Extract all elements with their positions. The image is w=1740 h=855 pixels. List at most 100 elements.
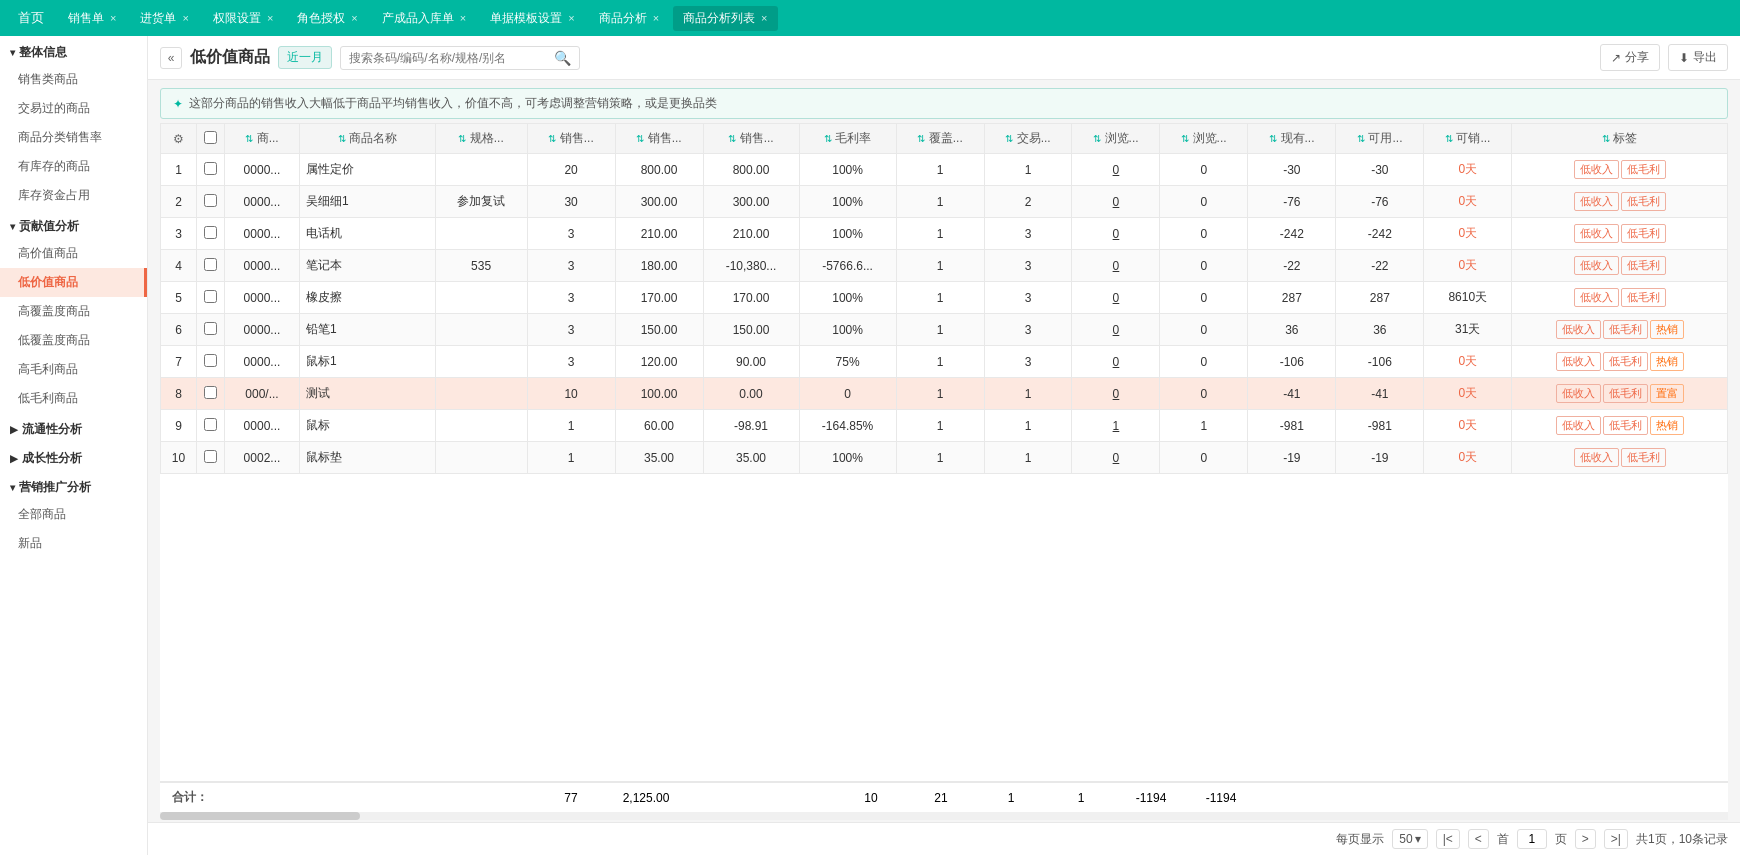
sidebar-item-high-margin[interactable]: 高毛利商品 [0, 355, 147, 384]
nav-product-stock[interactable]: 产成品入库单× [372, 6, 476, 31]
nav-product-analysis[interactable]: 商品分析× [589, 6, 669, 31]
next-page-button[interactable]: > [1575, 829, 1596, 849]
row-checkbox-cell[interactable] [197, 378, 225, 410]
close-role-auth[interactable]: × [351, 12, 357, 24]
close-sales-order[interactable]: × [110, 12, 116, 24]
browse1-link[interactable]: 0 [1113, 227, 1120, 241]
close-purchase-order[interactable]: × [182, 12, 188, 24]
col-name[interactable]: ⇅ 商品名称 [299, 124, 435, 154]
prev-page-button[interactable]: < [1468, 829, 1489, 849]
row-checkbox[interactable] [204, 386, 217, 399]
row-checkbox[interactable] [204, 194, 217, 207]
sidebar-item-all-products[interactable]: 全部商品 [0, 500, 147, 529]
sidebar-item-low-coverage[interactable]: 低覆盖度商品 [0, 326, 147, 355]
nav-template[interactable]: 单据模板设置× [480, 6, 584, 31]
row-checkbox-cell[interactable] [197, 186, 225, 218]
row-browse1[interactable]: 0 [1072, 346, 1160, 378]
row-checkbox-cell[interactable] [197, 282, 225, 314]
row-checkbox[interactable] [204, 418, 217, 431]
row-checkbox-cell[interactable] [197, 346, 225, 378]
nav-home[interactable]: 首页 [8, 5, 54, 31]
browse1-link[interactable]: 0 [1113, 323, 1120, 337]
sidebar-group-marketing[interactable]: ▾ 营销推广分析 [0, 471, 147, 500]
browse1-link[interactable]: 0 [1113, 195, 1120, 209]
row-browse1[interactable]: 0 [1072, 378, 1160, 410]
horizontal-scrollbar[interactable] [160, 812, 1728, 820]
close-product-stock[interactable]: × [460, 12, 466, 24]
nav-permission[interactable]: 权限设置× [203, 6, 283, 31]
row-browse1[interactable]: 0 [1072, 154, 1160, 186]
collapse-button[interactable]: « [160, 47, 182, 69]
row-browse1[interactable]: 0 [1072, 282, 1160, 314]
select-all-checkbox[interactable] [204, 131, 217, 144]
col-sales-amount[interactable]: ⇅ 销售... [615, 124, 703, 154]
close-permission[interactable]: × [267, 12, 273, 24]
sidebar-item-sales-products[interactable]: 销售类商品 [0, 65, 147, 94]
browse1-link[interactable]: 0 [1113, 451, 1120, 465]
export-button[interactable]: ⬇ 导出 [1668, 44, 1728, 71]
sidebar-item-traded-products[interactable]: 交易过的商品 [0, 94, 147, 123]
sidebar-group-contribution[interactable]: ▾ 贡献值分析 [0, 210, 147, 239]
row-checkbox-cell[interactable] [197, 442, 225, 474]
row-browse1[interactable]: 0 [1072, 186, 1160, 218]
row-browse1[interactable]: 0 [1072, 218, 1160, 250]
row-checkbox[interactable] [204, 226, 217, 239]
row-checkbox[interactable] [204, 354, 217, 367]
browse1-link[interactable]: 0 [1113, 355, 1120, 369]
settings-icon[interactable]: ⚙ [173, 132, 184, 146]
row-browse1[interactable]: 0 [1072, 442, 1160, 474]
nav-product-analysis-list[interactable]: 商品分析列表× [673, 6, 777, 31]
row-checkbox-cell[interactable] [197, 250, 225, 282]
sidebar-group-overall[interactable]: ▾ 整体信息 [0, 36, 147, 65]
sidebar-item-stock-capital[interactable]: 库存资金占用 [0, 181, 147, 210]
col-coverage[interactable]: ⇅ 覆盖... [896, 124, 984, 154]
scrollbar-thumb[interactable] [160, 812, 360, 820]
sidebar-item-category-sales-rate[interactable]: 商品分类销售率 [0, 123, 147, 152]
share-button[interactable]: ↗ 分享 [1600, 44, 1660, 71]
close-product-analysis[interactable]: × [653, 12, 659, 24]
col-sales-qty[interactable]: ⇅ 销售... [527, 124, 615, 154]
sidebar-group-circulation[interactable]: ▶ 流通性分析 [0, 413, 147, 442]
sidebar-item-high-coverage[interactable]: 高覆盖度商品 [0, 297, 147, 326]
col-browse2[interactable]: ⇅ 浏览... [1160, 124, 1248, 154]
row-checkbox[interactable] [204, 290, 217, 303]
col-check[interactable] [197, 124, 225, 154]
close-product-analysis-list[interactable]: × [761, 12, 767, 24]
col-gross-margin[interactable]: ⇅ 毛利率 [799, 124, 896, 154]
nav-sales-order[interactable]: 销售单× [58, 6, 126, 31]
page-number-input[interactable] [1517, 829, 1547, 849]
col-sales-avg[interactable]: ⇅ 销售... [703, 124, 799, 154]
col-code[interactable]: ⇅ 商... [225, 124, 300, 154]
sidebar-item-stock-products[interactable]: 有库存的商品 [0, 152, 147, 181]
data-table-wrap[interactable]: ⚙ ⇅ 商... ⇅ 商品名称 ⇅ 规格... ⇅ 销售... ⇅ 销售... … [160, 123, 1728, 781]
col-spec[interactable]: ⇅ 规格... [435, 124, 527, 154]
search-input[interactable] [349, 51, 550, 65]
nav-purchase-order[interactable]: 进货单× [130, 6, 198, 31]
browse1-link[interactable]: 0 [1113, 291, 1120, 305]
col-stock-now[interactable]: ⇅ 现有... [1248, 124, 1336, 154]
sidebar-item-low-margin[interactable]: 低毛利商品 [0, 384, 147, 413]
browse1-link[interactable]: 0 [1113, 163, 1120, 177]
col-transactions[interactable]: ⇅ 交易... [984, 124, 1072, 154]
browse1-link[interactable]: 0 [1113, 259, 1120, 273]
search-icon[interactable]: 🔍 [554, 50, 571, 66]
sidebar-group-growth[interactable]: ▶ 成长性分析 [0, 442, 147, 471]
last-page-button[interactable]: >| [1604, 829, 1628, 849]
row-checkbox-cell[interactable] [197, 154, 225, 186]
row-checkbox-cell[interactable] [197, 410, 225, 442]
sidebar-item-high-value[interactable]: 高价值商品 [0, 239, 147, 268]
col-available[interactable]: ⇅ 可用... [1336, 124, 1424, 154]
browse1-link[interactable]: 1 [1113, 419, 1120, 433]
row-browse1[interactable]: 1 [1072, 410, 1160, 442]
nav-role-auth[interactable]: 角色授权× [287, 6, 367, 31]
row-checkbox[interactable] [204, 322, 217, 335]
close-template[interactable]: × [568, 12, 574, 24]
browse1-link[interactable]: 0 [1113, 387, 1120, 401]
col-settings[interactable]: ⚙ [161, 124, 197, 154]
period-tag[interactable]: 近一月 [278, 46, 332, 69]
page-size-select[interactable]: 50 ▾ [1392, 829, 1427, 849]
col-browse1[interactable]: ⇅ 浏览... [1072, 124, 1160, 154]
first-page-button[interactable]: |< [1436, 829, 1460, 849]
sidebar-item-low-value[interactable]: 低价值商品 [0, 268, 147, 297]
search-box[interactable]: 🔍 [340, 46, 580, 70]
